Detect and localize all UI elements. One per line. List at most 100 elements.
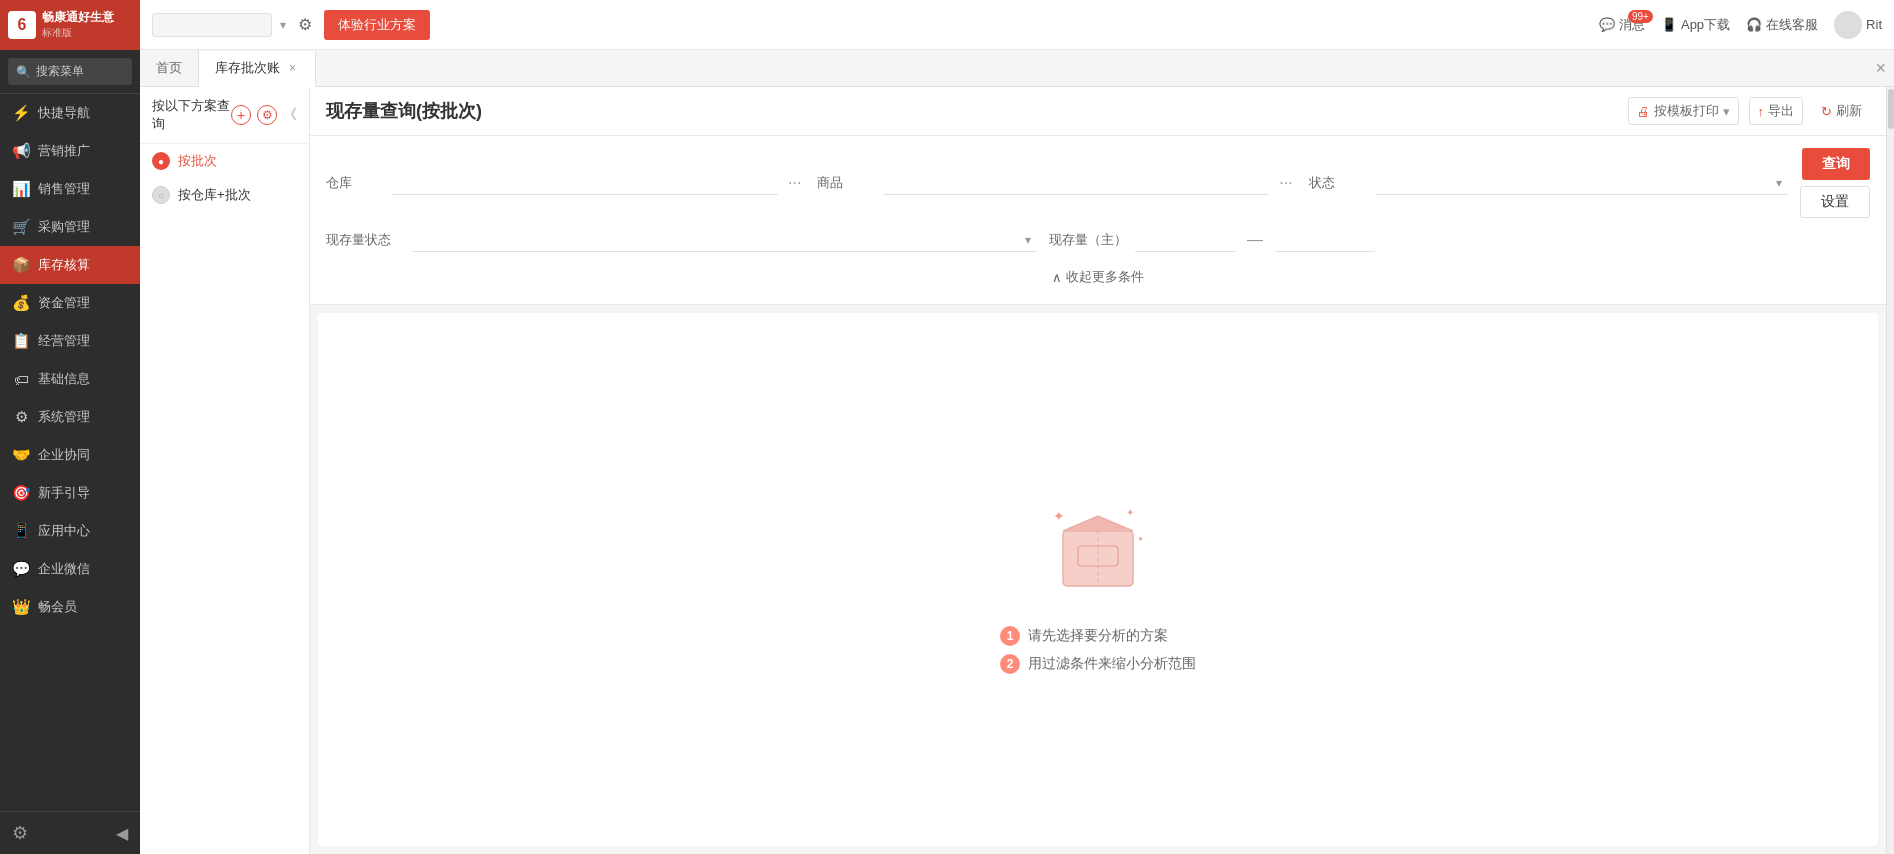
scheme-item-batch[interactable]: ● 按批次 [140,144,309,178]
inventory-qty-to-input[interactable] [1275,228,1375,252]
sidebar-item-system[interactable]: ⚙ 系统管理 [0,398,140,436]
sales-icon: 📊 [12,180,30,198]
inventory-qty-label: 现存量（主） [1049,231,1129,249]
page-header-actions: 🖨 按模板打印 ▾ ↑ 导出 ↻ 刷新 [1628,97,1871,125]
sidebar-item-member[interactable]: 👑 畅会员 [0,588,140,626]
settings-button[interactable]: 设置 [1800,186,1870,218]
collapse-more-btn[interactable]: ∧ 收起更多条件 [326,262,1870,292]
scheme-item-warehouse-batch[interactable]: ○ 按仓库+批次 [140,178,309,212]
sidebar-item-inventory[interactable]: 📦 库存核算 [0,246,140,284]
collapse-arrow-icon: ∧ [1052,270,1062,285]
topbar-search-input[interactable] [161,18,241,32]
add-scheme-button[interactable]: + [231,105,251,125]
message-badge: 99+ [1628,10,1653,23]
inventory-qty-filter-field: 现存量（主） — [1049,228,1760,252]
product-more-icon[interactable]: ··· [1275,172,1296,194]
tab-home[interactable]: 首页 [140,50,199,86]
empty-state: ✦ ✦ ● 1 请先选择要分析的方案 2 用过滤条件来缩小分析范围 [318,313,1878,846]
sidebar-item-operations[interactable]: 📋 经营管理 [0,322,140,360]
messages-btn[interactable]: 💬 消息 99+ [1599,16,1645,34]
filter-row-1: 仓库 ··· 商品 ··· 状态 ▾ [326,148,1870,218]
settings-footer-icon[interactable]: ⚙ [12,822,28,844]
topbar-chevron-icon[interactable]: ▾ [280,18,286,32]
sidebar-header: 6 畅康通好生意 标准版 [0,0,140,50]
export-btn[interactable]: ↑ 导出 [1749,97,1804,125]
finance-icon: 💰 [12,294,30,312]
weixin-icon: 💬 [12,560,30,578]
empty-tip-1: 1 请先选择要分析的方案 [1000,626,1196,646]
sidebar-item-sales[interactable]: 📊 销售管理 [0,170,140,208]
app-logo: 6 [8,11,36,39]
operations-icon: 📋 [12,332,30,350]
query-button[interactable]: 查询 [1802,148,1870,180]
status-select-arrow-icon: ▾ [1776,176,1782,190]
app-download-btn[interactable]: 📱 App下载 [1661,16,1730,34]
sidebar-item-enterprise[interactable]: 🤝 企业协同 [0,436,140,474]
tab-close-icon[interactable]: × [286,60,299,76]
right-scrollbar[interactable] [1886,87,1894,854]
app-title: 畅康通好生意 [42,10,114,26]
status-select[interactable]: ▾ [1375,172,1788,195]
product-filter-label: 商品 [817,174,877,192]
empty-tips: 1 请先选择要分析的方案 2 用过滤条件来缩小分析范围 [1000,626,1196,674]
left-panel-header: 按以下方案查询 + ⚙ 《 [140,87,309,144]
left-panel-title: 按以下方案查询 [152,97,231,133]
tabs-close-all[interactable]: × [1875,58,1894,79]
headset-icon: 🎧 [1746,17,1762,32]
trial-btn[interactable]: 体验行业方案 [324,10,430,40]
search-icon: 🔍 [16,65,31,79]
main-content: ▾ ⚙ 体验行业方案 💬 消息 99+ 📱 App下载 🎧 在线客服 Rit [140,0,1894,854]
left-panel-collapse-icon[interactable]: 《 [283,106,297,124]
inventory-status-select[interactable]: ▾ [412,229,1037,252]
collapse-sidebar-icon[interactable]: ◀ [116,824,128,843]
svg-text:✦: ✦ [1053,508,1065,524]
app-subtitle: 标准版 [42,26,114,40]
close-all-icon[interactable]: × [1875,58,1886,79]
topbar-right-area: 💬 消息 99+ 📱 App下载 🎧 在线客服 Rit [1599,11,1882,39]
warehouse-more-icon[interactable]: ··· [784,172,805,194]
topbar-search-box[interactable] [152,13,272,37]
sidebar: 6 畅康通好生意 标准版 🔍 搜索菜单 ⚡ 快捷导航 📢 营销推广 📊 销售管理… [0,0,140,854]
marketing-icon: 📢 [12,142,30,160]
print-template-btn[interactable]: 🖨 按模板打印 ▾ [1628,97,1739,125]
refresh-btn[interactable]: ↻ 刷新 [1813,98,1870,124]
quicknav-icon: ⚡ [12,104,30,122]
online-service-btn[interactable]: 🎧 在线客服 [1746,16,1818,34]
sidebar-navigation: ⚡ 快捷导航 📢 营销推广 📊 销售管理 🛒 采购管理 📦 库存核算 💰 资金管… [0,94,140,811]
topbar: ▾ ⚙ 体验行业方案 💬 消息 99+ 📱 App下载 🎧 在线客服 Rit [140,0,1894,50]
sidebar-item-marketing[interactable]: 📢 营销推广 [0,132,140,170]
sidebar-item-finance[interactable]: 💰 资金管理 [0,284,140,322]
product-filter-input[interactable] [883,171,1269,195]
warehouse-filter-input[interactable] [392,171,778,195]
user-avatar [1834,11,1862,39]
scheme-settings-icon[interactable]: ⚙ [257,105,277,125]
sidebar-item-quicknav[interactable]: ⚡ 快捷导航 [0,94,140,132]
sidebar-item-basic-info[interactable]: 🏷 基础信息 [0,360,140,398]
empty-tip-2: 2 用过滤条件来缩小分析范围 [1000,654,1196,674]
search-menu-button[interactable]: 🔍 搜索菜单 [8,58,132,85]
enterprise-icon: 🤝 [12,446,30,464]
export-icon: ↑ [1758,104,1765,119]
sidebar-item-purchase[interactable]: 🛒 采购管理 [0,208,140,246]
svg-text:✦: ✦ [1126,507,1134,518]
tip-num-2: 2 [1000,654,1020,674]
sidebar-item-weixin[interactable]: 💬 企业微信 [0,550,140,588]
warehouse-filter-field: 仓库 ··· [326,171,805,195]
inventory-icon: 📦 [12,256,30,274]
inventory-qty-from-input[interactable] [1135,228,1235,252]
topbar-gear-icon[interactable]: ⚙ [294,11,316,38]
filter-area: 仓库 ··· 商品 ··· 状态 ▾ [310,136,1886,305]
right-panel: 现存量查询(按批次) 🖨 按模板打印 ▾ ↑ 导出 ↻ 刷新 [310,87,1886,854]
member-icon: 👑 [12,598,30,616]
user-avatar-area[interactable]: Rit [1834,11,1882,39]
svg-text:●: ● [1138,534,1143,543]
scrollbar-thumb [1888,89,1894,129]
sidebar-item-beginner[interactable]: 🎯 新手引导 [0,474,140,512]
tab-inventory-batch[interactable]: 库存批次账 × [199,51,316,87]
status-filter-field: 状态 ▾ [1309,172,1788,195]
sidebar-item-apps[interactable]: 📱 应用中心 [0,512,140,550]
basic-info-icon: 🏷 [12,370,30,388]
username-label: Rit [1866,17,1882,32]
content-area: 按以下方案查询 + ⚙ 《 ● 按批次 ○ 按仓库+批次 现存量查询(按批次) [140,87,1894,854]
range-separator: — [1247,231,1263,249]
